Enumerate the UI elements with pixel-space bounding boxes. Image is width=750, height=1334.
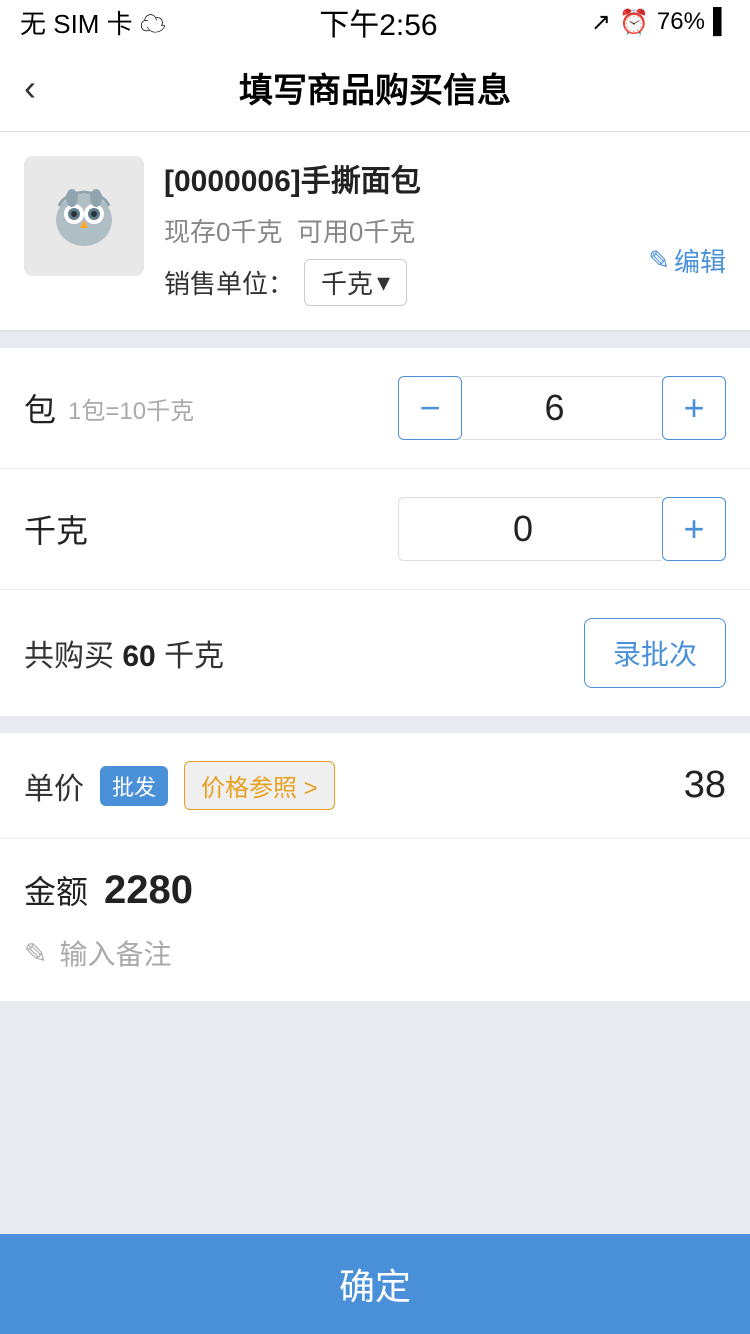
summary-section: 共购买 60 千克 录批次 — [0, 590, 750, 717]
price-value: 38 — [684, 764, 726, 807]
kg-quantity-row: 千克 + — [0, 469, 750, 590]
remark-row[interactable]: ✎ 输入备注 — [24, 933, 726, 1001]
price-label: 单价 — [24, 764, 84, 808]
product-thumbnail-icon — [44, 176, 124, 256]
status-right: ↗ ⏰ 76% ▌ — [591, 8, 730, 37]
nav-bar: ‹ 填写商品购买信息 — [0, 44, 750, 132]
battery-text: 76% — [657, 8, 705, 36]
price-reference-button[interactable]: 价格参照 > — [184, 761, 335, 810]
bag-hint: 1包=10千克 — [68, 391, 194, 426]
price-section: 单价 批发 价格参照 > 38 — [0, 733, 750, 839]
product-stock: 现存0千克 可用0千克 — [164, 212, 726, 249]
confirm-button[interactable]: 确定 — [0, 1234, 750, 1334]
confirm-label: 确定 — [339, 1258, 411, 1310]
status-bar: 无 SIM 卡 ☁ 下午2:56 ↗ ⏰ 76% ▌ — [0, 0, 750, 44]
input-section: 包 1包=10千克 − + 千克 + — [0, 348, 750, 590]
product-unit-row: 销售单位： 千克 ▾ — [164, 259, 726, 306]
section-divider-2 — [0, 717, 750, 733]
summary-text: 共购买 60 千克 — [24, 631, 224, 675]
empty-space — [0, 1001, 750, 1234]
bag-quantity-row: 包 1包=10千克 − + — [0, 348, 750, 469]
bag-controls: − + — [398, 376, 726, 440]
back-button[interactable]: ‹ — [24, 67, 36, 109]
signal-text: 无 SIM 卡 ☁ — [20, 4, 166, 41]
status-left: 无 SIM 卡 ☁ — [20, 4, 166, 41]
page-title: 填写商品购买信息 — [239, 63, 511, 112]
location-icon: ↗ — [591, 8, 611, 37]
amount-section: 金额 2280 ✎ 输入备注 — [0, 839, 750, 1001]
bag-minus-button[interactable]: − — [398, 376, 462, 440]
section-divider-1 — [0, 332, 750, 348]
product-section: [0000006]手撕面包 现存0千克 可用0千克 销售单位： 千克 ▾ — [0, 132, 750, 331]
alarm-icon: ⏰ — [619, 8, 649, 37]
unit-select[interactable]: 千克 ▾ — [304, 259, 407, 306]
amount-row: 金额 2280 — [24, 867, 726, 913]
amount-label: 金额 — [24, 867, 88, 913]
bag-label: 包 1包=10千克 — [24, 385, 398, 431]
product-info: [0000006]手撕面包 现存0千克 可用0千克 销售单位： 千克 ▾ — [164, 156, 726, 306]
remark-placeholder: 输入备注 — [59, 933, 171, 973]
edit-button[interactable]: ✎ 编辑 — [648, 242, 726, 279]
kg-label: 千克 — [24, 506, 398, 552]
chevron-down-icon: ▾ — [377, 267, 390, 298]
status-time: 下午2:56 — [319, 0, 437, 44]
kg-quantity-input[interactable] — [398, 497, 662, 561]
amount-value: 2280 — [104, 868, 193, 913]
bag-plus-button[interactable]: + — [662, 376, 726, 440]
kg-plus-button[interactable]: + — [662, 497, 726, 561]
price-type-tag: 批发 — [100, 766, 168, 806]
batch-button[interactable]: 录批次 — [584, 618, 726, 688]
battery-icon: ▌ — [713, 8, 730, 36]
product-name: [0000006]手撕面包 — [164, 156, 726, 200]
product-image — [24, 156, 144, 276]
edit-icon: ✎ — [648, 245, 670, 276]
bag-quantity-input[interactable] — [462, 376, 662, 440]
edit-remark-icon: ✎ — [24, 937, 47, 970]
kg-controls: + — [398, 497, 726, 561]
